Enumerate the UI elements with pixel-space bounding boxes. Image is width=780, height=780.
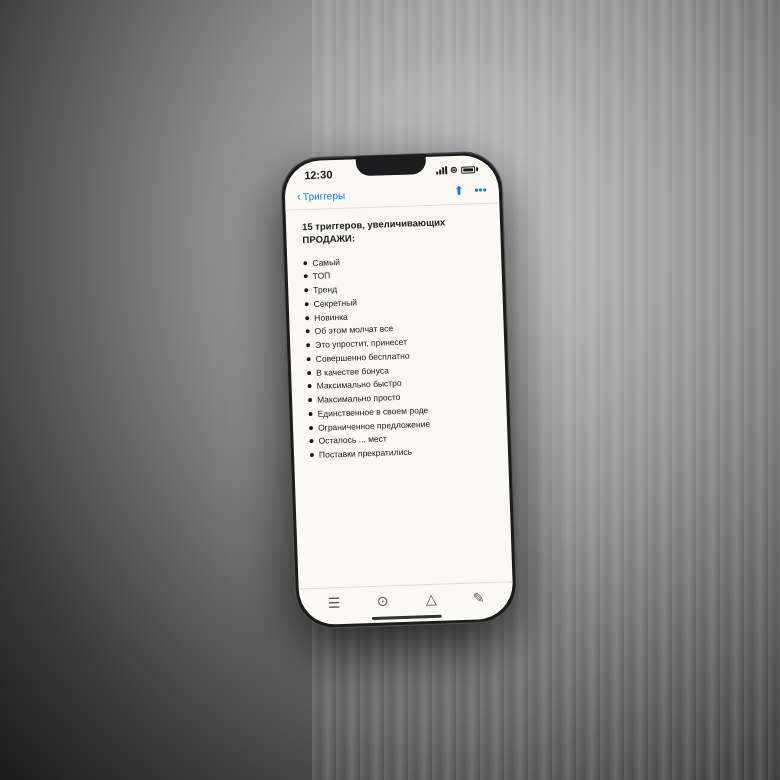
nav-actions: ⬆ ••• [454,183,487,198]
bullet-dot [308,398,312,402]
back-button[interactable]: ‹ Триггеры [297,184,455,203]
document-title: 15 триггеров, увеличивающих ПРОДАЖИ: [302,214,485,247]
list-item-text: Осталось ... мест [318,433,387,448]
bullet-dot [306,343,310,347]
bullet-dot [309,412,313,416]
status-time: 12:30 [304,168,333,181]
signal-icon [436,166,447,174]
scene: 12:30 ⊜ [0,0,780,780]
bottom-toolbar: ☰ ⊙ △ ✎ [299,581,514,625]
bullet-dot [307,371,311,375]
bullet-dot [305,316,309,320]
share-icon[interactable]: ⬆ [454,184,464,198]
navigate-icon[interactable]: △ [425,591,437,607]
list-item-text: Секретный [314,296,358,310]
list-item-text: Новинка [314,310,348,324]
bullet-dot [303,261,307,265]
bullet-dot [310,453,314,457]
bullet-dot [309,426,313,430]
triggers-list: Самый ТОП Тренд Секретный [303,251,492,462]
bullet-dot [305,302,309,306]
camera-icon[interactable]: ⊙ [377,592,390,608]
bullet-dot [304,288,308,292]
back-label: Триггеры [303,189,345,201]
status-icons: ⊜ [436,164,478,175]
list-item-text: Самый [312,256,340,270]
phone-device: 12:30 ⊜ [281,151,517,628]
chevron-left-icon: ‹ [297,189,301,203]
list-item-text: Тренд [313,283,337,297]
bullet-dot [309,439,313,443]
checklist-icon[interactable]: ☰ [327,594,341,610]
wifi-icon: ⊜ [450,165,458,175]
phone-wrapper: 12:30 ⊜ [281,151,517,628]
compose-icon[interactable]: ✎ [473,589,486,605]
list-item-text: В качестве бонуса [316,364,389,379]
more-icon[interactable]: ••• [474,183,487,197]
phone-screen: 12:30 ⊜ [284,154,514,625]
bullet-dot [308,384,312,388]
bullet-dot [307,357,311,361]
list-item-text: Поставки прекратились [319,446,412,462]
phone-notch [356,154,427,176]
battery-icon [461,166,478,174]
bullet-dot [304,274,308,278]
notes-content: 15 триггеров, увеличивающих ПРОДАЖИ: Сам… [285,203,512,588]
list-item-text: ТОП [313,270,331,283]
bullet-dot [306,329,310,333]
